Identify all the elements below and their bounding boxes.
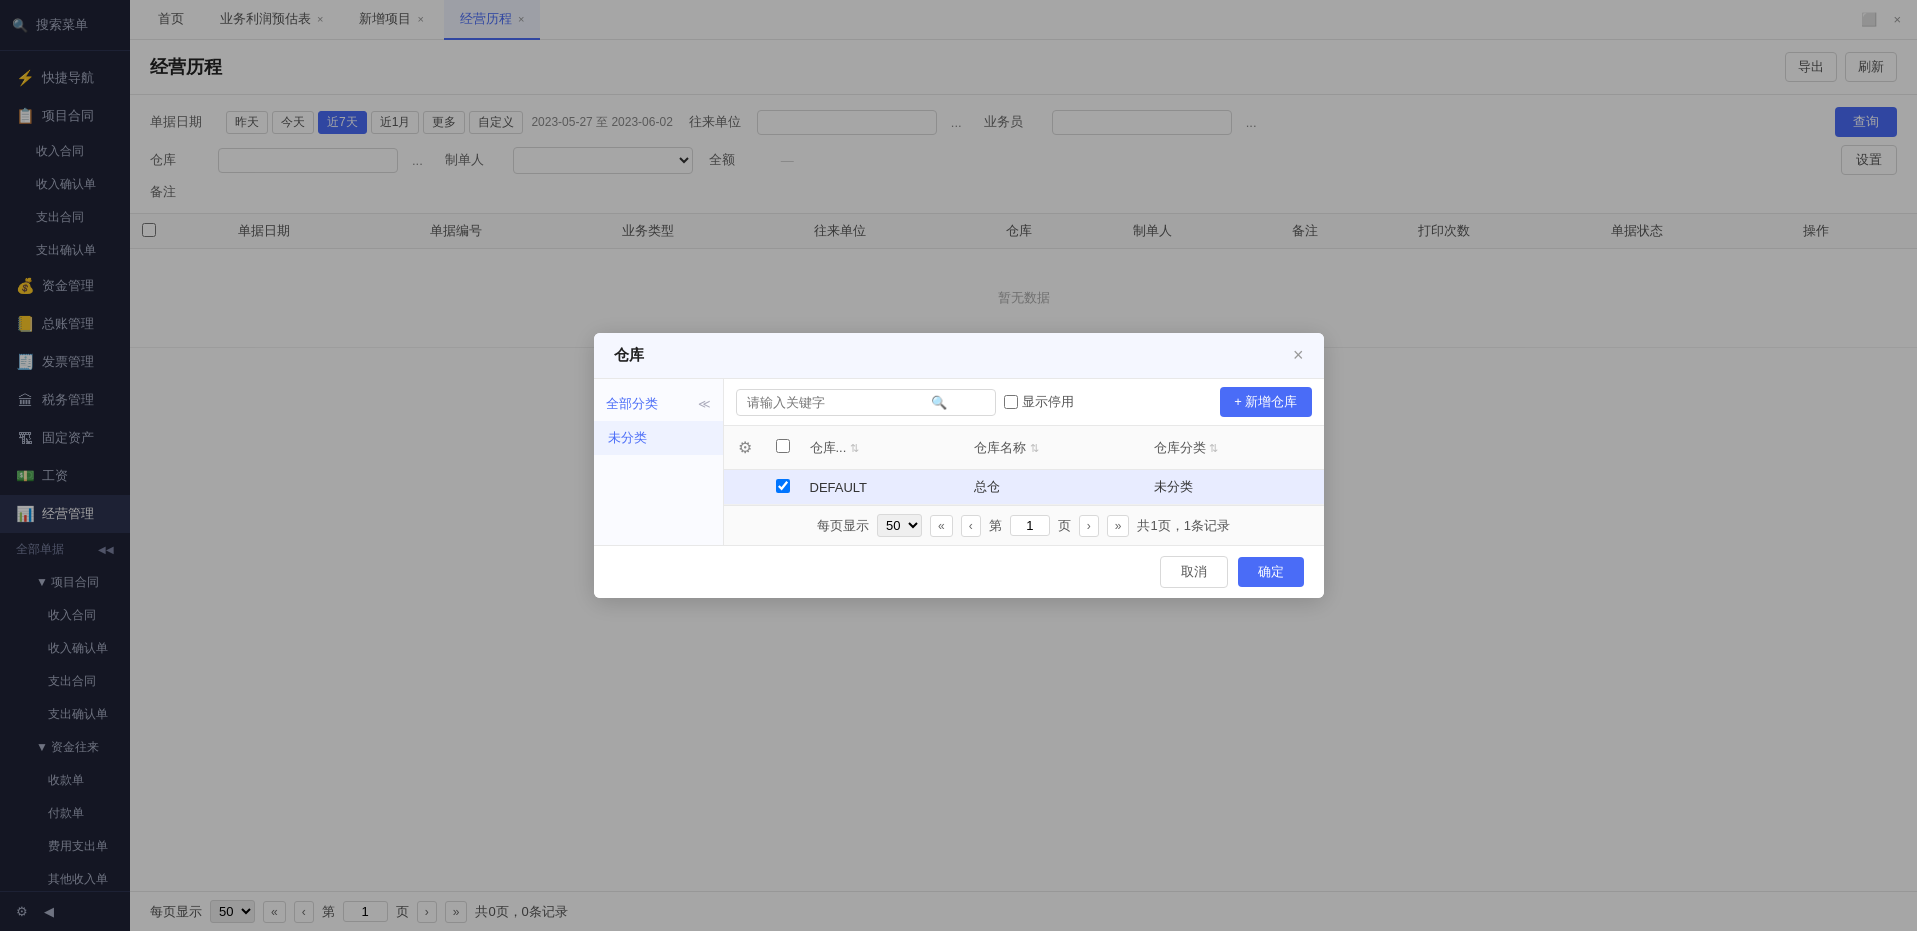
modal-body: 全部分类 ≪ 未分类 🔍 显示停用 — [594, 379, 1324, 545]
confirm-button[interactable]: 确定 — [1238, 557, 1304, 587]
modal-page-unit: 页 — [1058, 517, 1071, 535]
show-disabled-checkbox[interactable] — [1004, 395, 1018, 409]
modal-col-code: 仓库... ⇅ — [800, 426, 965, 470]
modal-left-panel: 全部分类 ≪ 未分类 — [594, 379, 724, 545]
modal-prev-btn[interactable]: ‹ — [961, 515, 981, 537]
row-category-cell: 未分类 — [1144, 470, 1324, 505]
modal-search-icon: 🔍 — [931, 395, 947, 410]
row-code-cell: DEFAULT — [800, 470, 965, 505]
modal-title: 仓库 — [614, 346, 644, 365]
modal-col-name: 仓库名称 ⇅ — [964, 426, 1144, 470]
row-gear-cell — [724, 470, 766, 505]
modal-right-panel: 🔍 显示停用 + 新增仓库 ⚙ — [724, 379, 1324, 545]
modal-footer: 取消 确定 — [594, 545, 1324, 598]
modal-col-category: 仓库分类 ⇅ — [1144, 426, 1324, 470]
modal-last-btn[interactable]: » — [1107, 515, 1130, 537]
modal-toolbar: 🔍 显示停用 + 新增仓库 — [724, 379, 1324, 426]
uncategorized-label: 未分类 — [608, 430, 647, 445]
modal-per-page-select[interactable]: 50 — [877, 514, 922, 537]
modal-goto-label: 第 — [989, 517, 1002, 535]
modal-overlay: 仓库 × 全部分类 ≪ 未分类 🔍 — [0, 0, 1917, 931]
modal-col-gear: ⚙ — [724, 426, 766, 470]
modal-select-all[interactable] — [776, 439, 790, 453]
col-name-sort[interactable]: ⇅ — [1030, 442, 1039, 454]
modal-col-checkbox — [766, 426, 800, 470]
modal-search-box[interactable]: 🔍 — [736, 389, 996, 416]
modal-search-input[interactable] — [747, 395, 927, 410]
modal-pagination: 每页显示 50 « ‹ 第 › 页 › » 共1页，1条记录 — [724, 505, 1324, 545]
modal-per-page-label: 每页显示 — [817, 517, 869, 535]
uncategorized-item[interactable]: 未分类 — [594, 421, 723, 455]
warehouse-modal: 仓库 × 全部分类 ≪ 未分类 🔍 — [594, 333, 1324, 598]
show-disabled-label[interactable]: 显示停用 — [1004, 393, 1074, 411]
modal-total-info: 共1页，1条记录 — [1137, 517, 1229, 535]
cancel-button[interactable]: 取消 — [1160, 556, 1228, 588]
col-code-sort[interactable]: ⇅ — [850, 442, 859, 454]
modal-gear-btn[interactable]: ⚙ — [734, 434, 756, 461]
all-categories-label: 全部分类 — [606, 395, 658, 413]
add-warehouse-btn[interactable]: + 新增仓库 — [1220, 387, 1311, 417]
modal-page-input[interactable] — [1010, 515, 1050, 536]
row-checkbox[interactable] — [776, 479, 790, 493]
table-row[interactable]: DEFAULT 总仓 未分类 — [724, 470, 1324, 505]
modal-first-btn[interactable]: « — [930, 515, 953, 537]
modal-next-btn[interactable]: › — [1079, 515, 1099, 537]
all-categories-header[interactable]: 全部分类 ≪ — [594, 387, 723, 421]
row-checkbox-cell — [766, 470, 800, 505]
row-name-cell: 总仓 — [964, 470, 1144, 505]
modal-table: ⚙ 仓库... ⇅ 仓库名称 — [724, 426, 1324, 505]
col-category-sort[interactable]: ⇅ — [1209, 442, 1218, 454]
modal-table-wrap: ⚙ 仓库... ⇅ 仓库名称 — [724, 426, 1324, 505]
modal-close-btn[interactable]: × — [1293, 345, 1304, 366]
categories-collapse-arrow: ≪ — [698, 397, 711, 411]
modal-header: 仓库 × — [594, 333, 1324, 379]
